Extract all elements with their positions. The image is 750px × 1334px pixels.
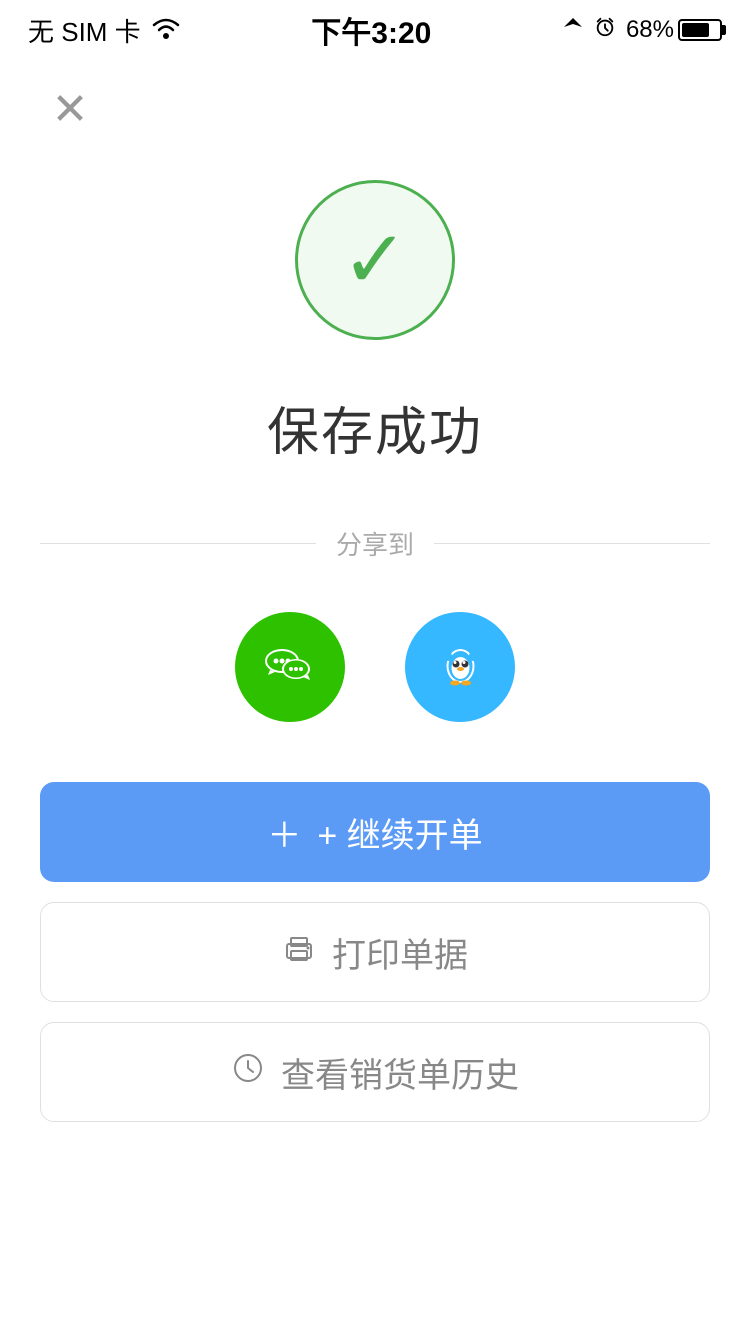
status-time: 下午3:20 [311,8,431,52]
history-button[interactable]: 查看销货单历史 [40,1022,710,1122]
wifi-icon [151,15,181,46]
checkmark-icon: ✓ [341,220,408,300]
plus-icon: ＋ [267,808,301,857]
history-label: 查看销货单历史 [281,1048,519,1097]
battery: 68% [626,16,722,44]
print-button[interactable]: 打印单据 [40,902,710,1002]
action-buttons: ＋ + 继续开单 打印单据 查看销货单历 [40,782,710,1122]
print-label: 打印单据 [332,928,468,977]
main-content: ✕ ✓ 保存成功 分享到 [0,60,750,1182]
battery-percent: 68% [626,16,674,44]
success-icon-circle: ✓ [295,180,455,340]
wechat-share-button[interactable] [235,612,345,722]
success-title: 保存成功 [267,390,483,465]
share-divider: 分享到 [40,525,710,562]
sim-label: 无 SIM 卡 [28,12,141,49]
battery-icon [678,19,722,41]
status-bar: 无 SIM 卡 下午3:20 68% [0,0,750,60]
divider-left [40,543,316,544]
share-icons-row [40,612,710,722]
status-right: 68% [562,16,722,45]
share-label: 分享到 [336,525,414,562]
print-icon [282,931,316,974]
alarm-icon [594,16,616,45]
continue-label: + 继续开单 [317,808,482,857]
status-left: 无 SIM 卡 [28,12,181,49]
location-icon [562,16,584,45]
close-icon: ✕ [52,88,89,132]
qq-share-button[interactable] [405,612,515,722]
divider-right [434,543,710,544]
close-button[interactable]: ✕ [40,80,100,140]
clock-icon [231,1051,265,1094]
share-section: 分享到 [40,525,710,722]
continue-button[interactable]: ＋ + 继续开单 [40,782,710,882]
